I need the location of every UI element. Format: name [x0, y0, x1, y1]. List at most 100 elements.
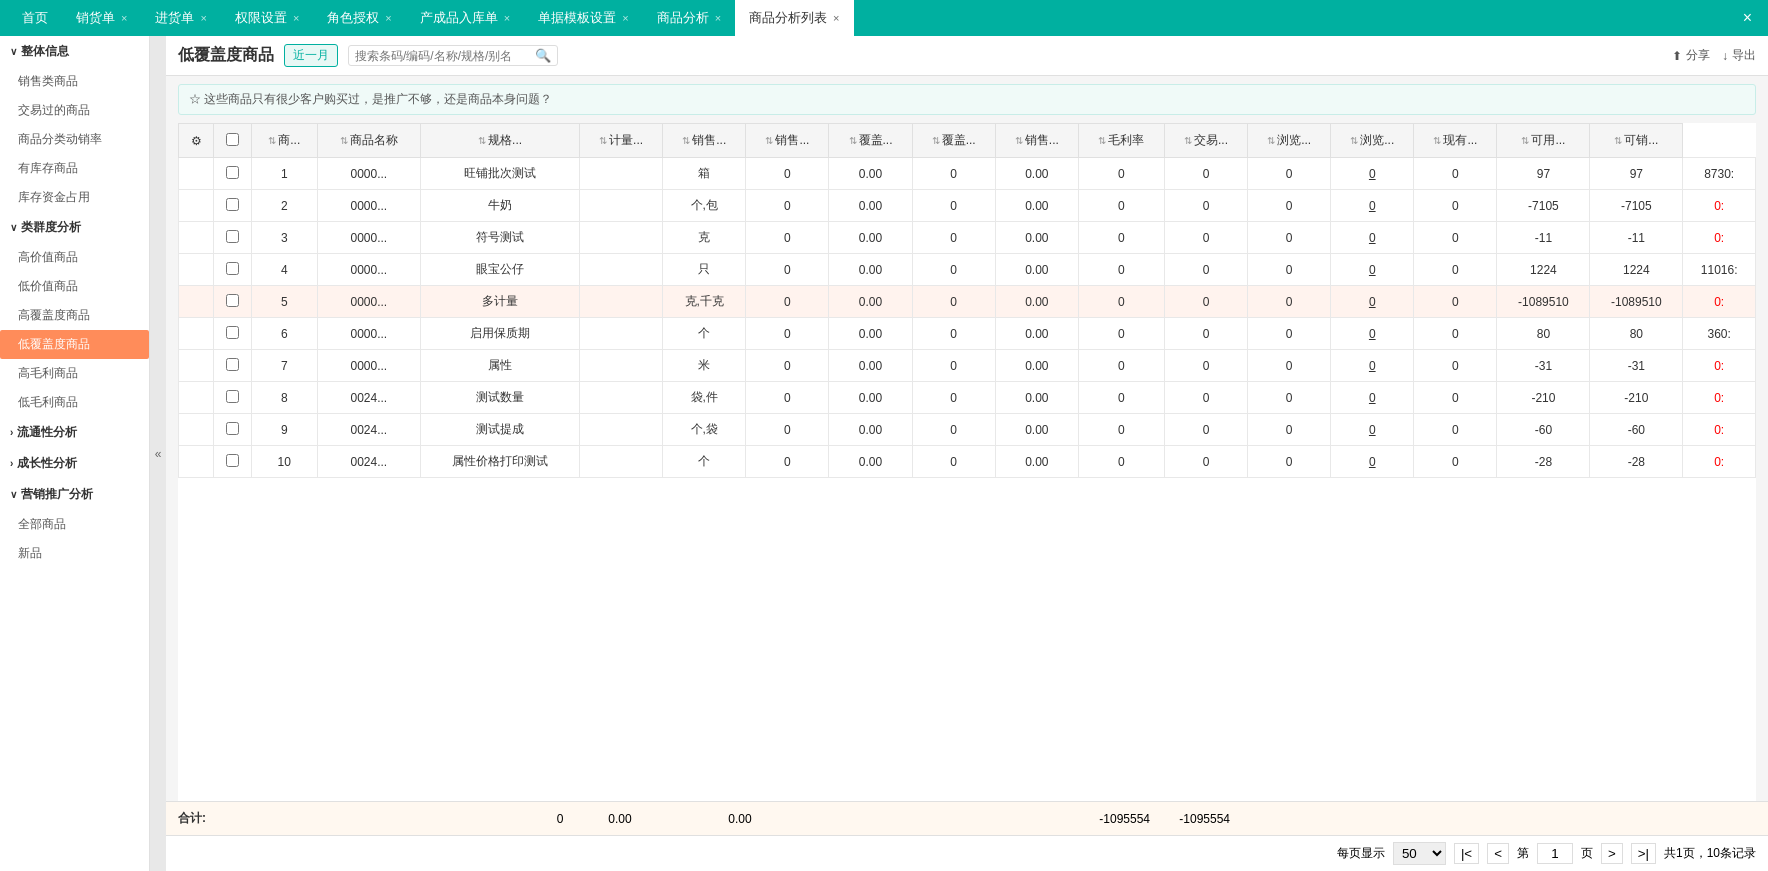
table-cell: 80	[1497, 318, 1590, 350]
col-header-sale3[interactable]: ⇅销售...	[995, 124, 1078, 158]
search-input[interactable]	[355, 49, 535, 63]
nav-template-close[interactable]: ×	[622, 12, 628, 24]
share-button[interactable]: ⬆ 分享	[1672, 47, 1710, 64]
col-header-unit[interactable]: ⇅计量...	[580, 124, 663, 158]
col-header-name[interactable]: ⇅商品名称	[317, 124, 421, 158]
row-checkbox[interactable]	[226, 198, 239, 211]
col-header-available[interactable]: ⇅可用...	[1497, 124, 1590, 158]
nav-roles[interactable]: 角色授权 ×	[313, 0, 405, 36]
row-checkbox[interactable]	[226, 230, 239, 243]
sidebar-item-high-margin[interactable]: 高毛利商品	[0, 359, 149, 388]
nav-purchase[interactable]: 进货单 ×	[141, 0, 220, 36]
row-checkbox[interactable]	[226, 358, 239, 371]
sidebar-section-growth[interactable]: › 成长性分析	[0, 448, 149, 479]
table-cell	[214, 414, 252, 446]
browse1-link[interactable]: 0	[1369, 199, 1376, 213]
sidebar-item-category-rate[interactable]: 商品分类动销率	[0, 125, 149, 154]
sidebar-section-cluster[interactable]: ∨ 类群度分析	[0, 212, 149, 243]
next-page-button[interactable]: >	[1601, 843, 1623, 864]
browse1-link[interactable]: 0	[1369, 167, 1376, 181]
col-header-trade[interactable]: ⇅交易...	[1164, 124, 1247, 158]
table-cell: 0	[1331, 158, 1414, 190]
nav-product-analysis-list-close[interactable]: ×	[833, 12, 839, 24]
per-page-select[interactable]: 50 100 200	[1393, 842, 1446, 865]
col-header-current[interactable]: ⇅现有...	[1414, 124, 1497, 158]
row-checkbox[interactable]	[226, 390, 239, 403]
sidebar-item-low-value[interactable]: 低价值商品	[0, 272, 149, 301]
browse1-link[interactable]: 0	[1369, 359, 1376, 373]
table-cell: 0.00	[995, 382, 1078, 414]
table-row: 80024...测试数量袋,件00.0000.0000000-210-2100:	[179, 382, 1756, 414]
sidebar-collapse-button[interactable]: «	[150, 36, 166, 871]
nav-product-warehouse-close[interactable]: ×	[504, 12, 510, 24]
select-all-checkbox[interactable]	[226, 133, 239, 146]
nav-sales[interactable]: 销货单 ×	[62, 0, 141, 36]
nav-permissions-close[interactable]: ×	[293, 12, 299, 24]
export-button[interactable]: ↓ 导出	[1722, 47, 1756, 64]
sidebar-item-traded-goods[interactable]: 交易过的商品	[0, 96, 149, 125]
browse1-link[interactable]: 0	[1369, 423, 1376, 437]
sidebar-item-stock-goods[interactable]: 有库存商品	[0, 154, 149, 183]
sidebar-item-new-goods[interactable]: 新品	[0, 539, 149, 568]
table-cell: 0:	[1683, 382, 1756, 414]
time-filter-button[interactable]: 近一月	[284, 44, 338, 67]
col-header-sale2[interactable]: ⇅销售...	[746, 124, 829, 158]
sidebar-item-high-value[interactable]: 高价值商品	[0, 243, 149, 272]
nav-roles-close[interactable]: ×	[385, 12, 391, 24]
col-header-browse2[interactable]: ⇅浏览...	[1331, 124, 1414, 158]
sidebar-item-high-coverage[interactable]: 高覆盖度商品	[0, 301, 149, 330]
sidebar-item-sales-goods[interactable]: 销售类商品	[0, 67, 149, 96]
first-page-button[interactable]: |<	[1454, 843, 1479, 864]
row-checkbox[interactable]	[226, 454, 239, 467]
table-cell	[179, 222, 214, 254]
nav-template[interactable]: 单据模板设置 ×	[524, 0, 642, 36]
table-cell	[214, 382, 252, 414]
sidebar-item-low-margin[interactable]: 低毛利商品	[0, 388, 149, 417]
sidebar-section-circulation[interactable]: › 流通性分析	[0, 417, 149, 448]
browse1-link[interactable]: 0	[1369, 391, 1376, 405]
search-icon[interactable]: 🔍	[535, 48, 551, 63]
row-checkbox[interactable]	[226, 262, 239, 275]
col-header-code[interactable]: ⇅商...	[251, 124, 317, 158]
row-checkbox[interactable]	[226, 326, 239, 339]
browse1-link[interactable]: 0	[1369, 455, 1376, 469]
browse1-link[interactable]: 0	[1369, 263, 1376, 277]
sidebar-item-inventory-capital[interactable]: 库存资金占用	[0, 183, 149, 212]
nav-permissions[interactable]: 权限设置 ×	[221, 0, 313, 36]
browse1-link[interactable]: 0	[1369, 231, 1376, 245]
sidebar-section-overall[interactable]: ∨ 整体信息	[0, 36, 149, 67]
sidebar-section-marketing[interactable]: ∨ 营销推广分析	[0, 479, 149, 510]
nav-product-analysis-close[interactable]: ×	[715, 12, 721, 24]
col-header-browse1[interactable]: ⇅浏览...	[1248, 124, 1331, 158]
table-cell: -28	[1590, 446, 1683, 478]
last-page-button[interactable]: >|	[1631, 843, 1656, 864]
row-checkbox[interactable]	[226, 422, 239, 435]
col-header-checkbox[interactable]	[214, 124, 252, 158]
table-cell: 0	[1078, 190, 1164, 222]
browse1-link[interactable]: 0	[1369, 327, 1376, 341]
col-header-spec[interactable]: ⇅规格...	[421, 124, 580, 158]
sidebar-item-low-coverage[interactable]: 低覆盖度商品	[0, 330, 149, 359]
browse1-link[interactable]: 0	[1369, 295, 1376, 309]
col-header-saleable[interactable]: ⇅可销...	[1590, 124, 1683, 158]
col-header-cover1[interactable]: ⇅覆盖...	[829, 124, 912, 158]
nav-home[interactable]: 首页	[8, 0, 62, 36]
nav-product-analysis[interactable]: 商品分析 ×	[643, 0, 735, 36]
col-header-sale1[interactable]: ⇅销售...	[663, 124, 746, 158]
sidebar-item-all-goods[interactable]: 全部商品	[0, 510, 149, 539]
col-header-margin[interactable]: ⇅毛利率	[1078, 124, 1164, 158]
nav-product-analysis-list[interactable]: 商品分析列表 ×	[735, 0, 853, 36]
col-header-gear[interactable]: ⚙	[179, 124, 214, 158]
close-all-tabs[interactable]: ×	[1735, 9, 1760, 27]
nav-product-warehouse[interactable]: 产成品入库单 ×	[406, 0, 524, 36]
nav-sales-close[interactable]: ×	[121, 12, 127, 24]
table-cell: 0	[1248, 254, 1331, 286]
row-checkbox[interactable]	[226, 294, 239, 307]
table-cell	[580, 286, 663, 318]
table-cell: -7105	[1590, 190, 1683, 222]
row-checkbox[interactable]	[226, 166, 239, 179]
col-header-cover2[interactable]: ⇅覆盖...	[912, 124, 995, 158]
nav-purchase-close[interactable]: ×	[200, 12, 206, 24]
page-input[interactable]	[1537, 843, 1573, 864]
prev-page-button[interactable]: <	[1487, 843, 1509, 864]
